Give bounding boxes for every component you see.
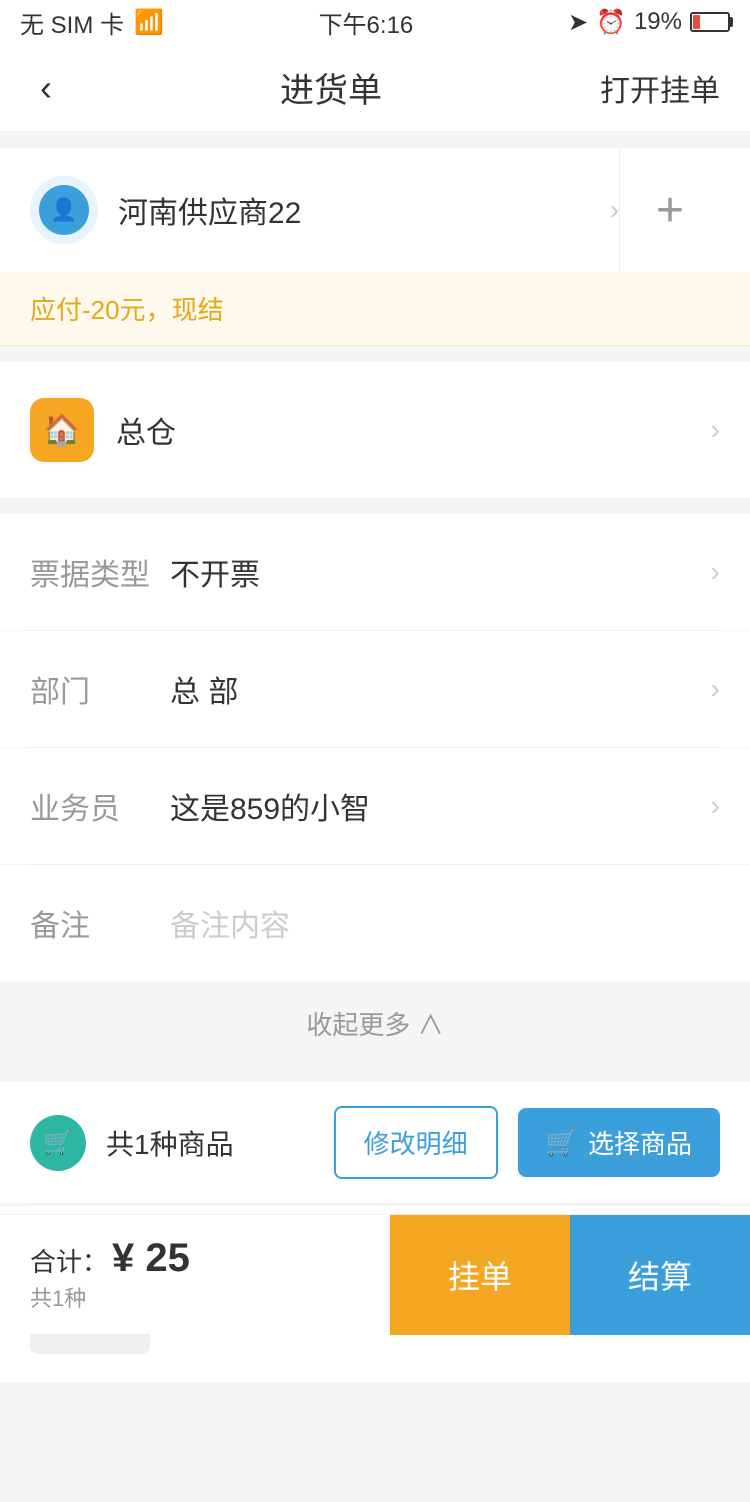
location-icon: ➤ bbox=[568, 8, 588, 37]
products-header: 🛒 共1种商品 修改明细 🛒 选择商品 bbox=[0, 1082, 750, 1203]
products-top-divider bbox=[30, 1203, 720, 1204]
invoice-chevron-icon: › bbox=[711, 556, 720, 588]
battery-icon bbox=[690, 12, 730, 32]
salesman-label: 业务员 bbox=[30, 784, 170, 828]
product-count-text: 共1种商品 bbox=[106, 1123, 314, 1163]
total-label: 合计： bbox=[30, 1242, 108, 1279]
warehouse-row[interactable]: 🏠 总仓 › bbox=[0, 362, 750, 498]
cart-icon: 🛒 bbox=[30, 1115, 86, 1171]
remark-label: 备注 bbox=[30, 901, 170, 945]
invoice-type-row[interactable]: 票据类型 不开票 › bbox=[0, 514, 750, 630]
dept-label: 部门 bbox=[30, 667, 170, 711]
bottom-spacer bbox=[0, 1382, 750, 1502]
invoice-type-label: 票据类型 bbox=[30, 550, 170, 594]
top-divider bbox=[0, 132, 750, 148]
remark-placeholder: 备注内容 bbox=[170, 901, 720, 945]
status-time: 下午6:16 bbox=[319, 5, 414, 40]
salesman-row[interactable]: 业务员 这是859的小智 › bbox=[0, 748, 750, 864]
warehouse-icon: 🏠 bbox=[30, 398, 94, 462]
supplier-divider bbox=[0, 346, 750, 362]
edit-detail-button[interactable]: 修改明细 bbox=[334, 1106, 498, 1179]
battery-text: 19% bbox=[634, 8, 682, 36]
total-amount: ¥ 25 bbox=[112, 1236, 190, 1281]
carrier-text: 无 SIM 卡 bbox=[20, 5, 124, 40]
select-product-icon: 🛒 bbox=[546, 1127, 578, 1158]
select-product-button[interactable]: 🛒 选择商品 bbox=[518, 1108, 720, 1177]
person-icon: 👤 bbox=[50, 197, 77, 223]
wifi-icon: 📶 bbox=[134, 8, 164, 37]
remark-row[interactable]: 备注 备注内容 bbox=[0, 865, 750, 981]
warehouse-name: 总仓 bbox=[116, 408, 701, 452]
cart-icon-glyph: 🛒 bbox=[43, 1128, 73, 1157]
page-title: 进货单 bbox=[280, 63, 382, 112]
warehouse-chevron-icon: › bbox=[711, 414, 720, 446]
battery-fill bbox=[693, 15, 700, 29]
supplier-avatar: 👤 bbox=[30, 176, 98, 244]
total-count: 共1种 bbox=[30, 1281, 360, 1313]
nav-bar: ‹ 进货单 打开挂单 bbox=[0, 44, 750, 132]
status-right: ➤ ⏰ 19% bbox=[568, 8, 730, 37]
total-row: 合计： ¥ 25 bbox=[30, 1236, 360, 1281]
invoice-type-value: 不开票 bbox=[170, 550, 701, 594]
salesman-value: 这是859的小智 bbox=[170, 784, 701, 828]
collapse-toggle-button[interactable]: 收起更多 ∧ bbox=[0, 981, 750, 1066]
dept-row[interactable]: 部门 总 部 › bbox=[0, 631, 750, 747]
hang-button[interactable]: 挂单 bbox=[390, 1215, 570, 1335]
status-left: 无 SIM 卡 📶 bbox=[20, 5, 164, 40]
bottom-bar: 合计： ¥ 25 共1种 挂单 结算 bbox=[0, 1214, 750, 1334]
warehouse-divider bbox=[0, 498, 750, 514]
supplier-chevron-icon: › bbox=[610, 194, 619, 226]
supplier-name: 河南供应商22 bbox=[118, 188, 600, 232]
checkout-button[interactable]: 结算 bbox=[570, 1215, 750, 1335]
open-hang-button[interactable]: 打开挂单 bbox=[600, 66, 720, 110]
total-section: 合计： ¥ 25 共1种 bbox=[0, 1236, 390, 1313]
status-bar: 无 SIM 卡 📶 下午6:16 ➤ ⏰ 19% bbox=[0, 0, 750, 44]
alert-banner: 应付-20元，现结 bbox=[0, 272, 750, 346]
supplier-selector[interactable]: 👤 河南供应商22 › bbox=[30, 148, 620, 272]
dept-value: 总 部 bbox=[170, 667, 701, 711]
supplier-section: 👤 河南供应商22 › + bbox=[0, 148, 750, 272]
supplier-avatar-inner: 👤 bbox=[39, 185, 89, 235]
select-product-label: 选择商品 bbox=[588, 1124, 692, 1161]
salesman-chevron-icon: › bbox=[711, 790, 720, 822]
back-button[interactable]: ‹ bbox=[30, 57, 62, 119]
add-supplier-button[interactable]: + bbox=[620, 148, 720, 272]
dept-chevron-icon: › bbox=[711, 673, 720, 705]
alarm-icon: ⏰ bbox=[596, 8, 626, 37]
form-divider bbox=[0, 1066, 750, 1082]
